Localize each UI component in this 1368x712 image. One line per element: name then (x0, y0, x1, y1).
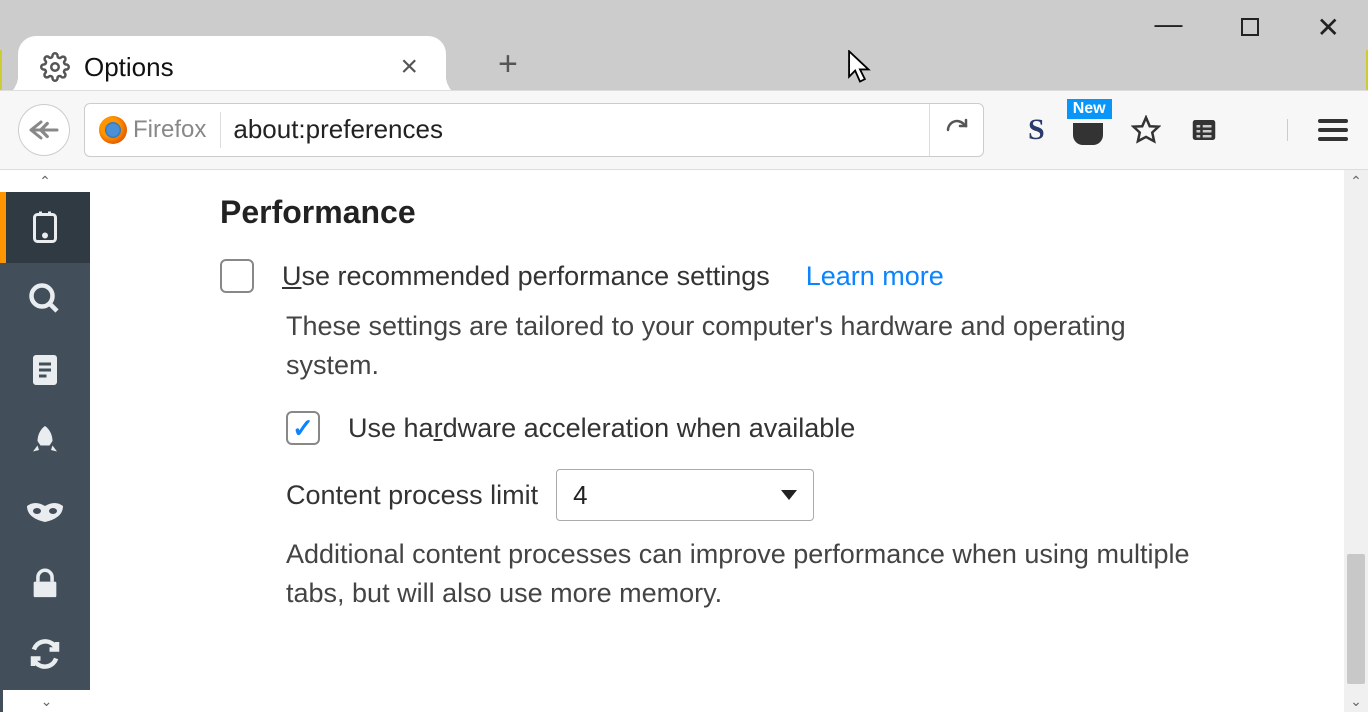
label-hardware-acceleration: Use hardware acceleration when available (348, 413, 855, 444)
select-value: 4 (573, 480, 587, 511)
sidebar-scroll-up[interactable]: ⌃ (0, 170, 90, 192)
sidebar-item-search[interactable] (0, 263, 90, 334)
firefox-logo-icon (99, 116, 127, 144)
tab-strip: Options × + (18, 28, 526, 98)
tab-title: Options (84, 52, 394, 83)
gear-icon (40, 52, 70, 82)
url-input[interactable]: about:preferences (220, 112, 929, 148)
window-maximize-button[interactable] (1241, 18, 1259, 36)
pocket-button[interactable]: New (1073, 115, 1103, 145)
bookmarks-list-icon[interactable] (1189, 115, 1219, 145)
new-badge: New (1067, 99, 1112, 119)
preferences-sidebar: ⌃ ⌄ (0, 170, 90, 712)
desc-recommended-settings: These settings are tailored to your comp… (286, 307, 1210, 385)
mouse-cursor-icon (846, 50, 874, 84)
navigation-toolbar: Firefox about:preferences S New (0, 90, 1368, 170)
sidebar-item-applications[interactable] (0, 405, 90, 476)
preferences-panel: Performance Use recommended performance … (90, 170, 1368, 712)
stylish-addon-icon[interactable]: S (1028, 113, 1045, 147)
sidebar-item-privacy[interactable] (0, 477, 90, 548)
chevron-down-icon (781, 490, 797, 500)
pocket-icon (1073, 123, 1103, 145)
back-button[interactable] (18, 104, 70, 156)
sidebar-item-sync[interactable] (0, 619, 90, 690)
scroll-thumb[interactable] (1347, 554, 1365, 684)
label-recommended-settings: Use recommended performance settings (282, 261, 770, 292)
identity-label: Firefox (133, 116, 206, 144)
hamburger-icon (1318, 119, 1348, 141)
section-heading-performance: Performance (220, 194, 1210, 231)
browser-tab-options[interactable]: Options × (18, 36, 446, 98)
scroll-up-button[interactable]: ⌃ (1344, 170, 1368, 192)
sidebar-item-general[interactable] (0, 192, 90, 263)
checkbox-hardware-acceleration[interactable] (286, 411, 320, 445)
lock-icon (28, 566, 62, 600)
sync-icon (27, 636, 63, 672)
mask-icon (25, 497, 65, 527)
label-content-process-limit: Content process limit (286, 480, 538, 511)
sidebar-item-content[interactable] (0, 334, 90, 405)
window-close-button[interactable]: ✕ (1317, 18, 1340, 38)
tab-close-button[interactable]: × (394, 50, 424, 84)
bookmark-star-icon[interactable] (1131, 115, 1161, 145)
desc-content-process-limit: Additional content processes can improve… (286, 535, 1210, 613)
rocket-icon (27, 423, 63, 459)
search-icon (27, 281, 63, 317)
url-bar[interactable]: Firefox about:preferences (84, 103, 984, 157)
app-menu-button[interactable] (1287, 119, 1348, 141)
scrollbar-vertical[interactable]: ⌃ ⌄ (1344, 170, 1368, 712)
link-learn-more[interactable]: Learn more (806, 261, 944, 292)
select-content-process-limit[interactable]: 4 (556, 469, 814, 521)
sidebar-item-security[interactable] (0, 548, 90, 619)
scroll-down-button[interactable]: ⌄ (1344, 690, 1368, 712)
sidebar-scroll-down[interactable]: ⌄ (0, 690, 90, 712)
checkbox-recommended-settings[interactable] (220, 259, 254, 293)
window-minimize-button[interactable]: — (1155, 14, 1183, 34)
document-icon (27, 352, 63, 388)
general-icon (27, 210, 63, 246)
identity-box[interactable]: Firefox (85, 104, 220, 156)
reload-button[interactable] (929, 104, 983, 156)
